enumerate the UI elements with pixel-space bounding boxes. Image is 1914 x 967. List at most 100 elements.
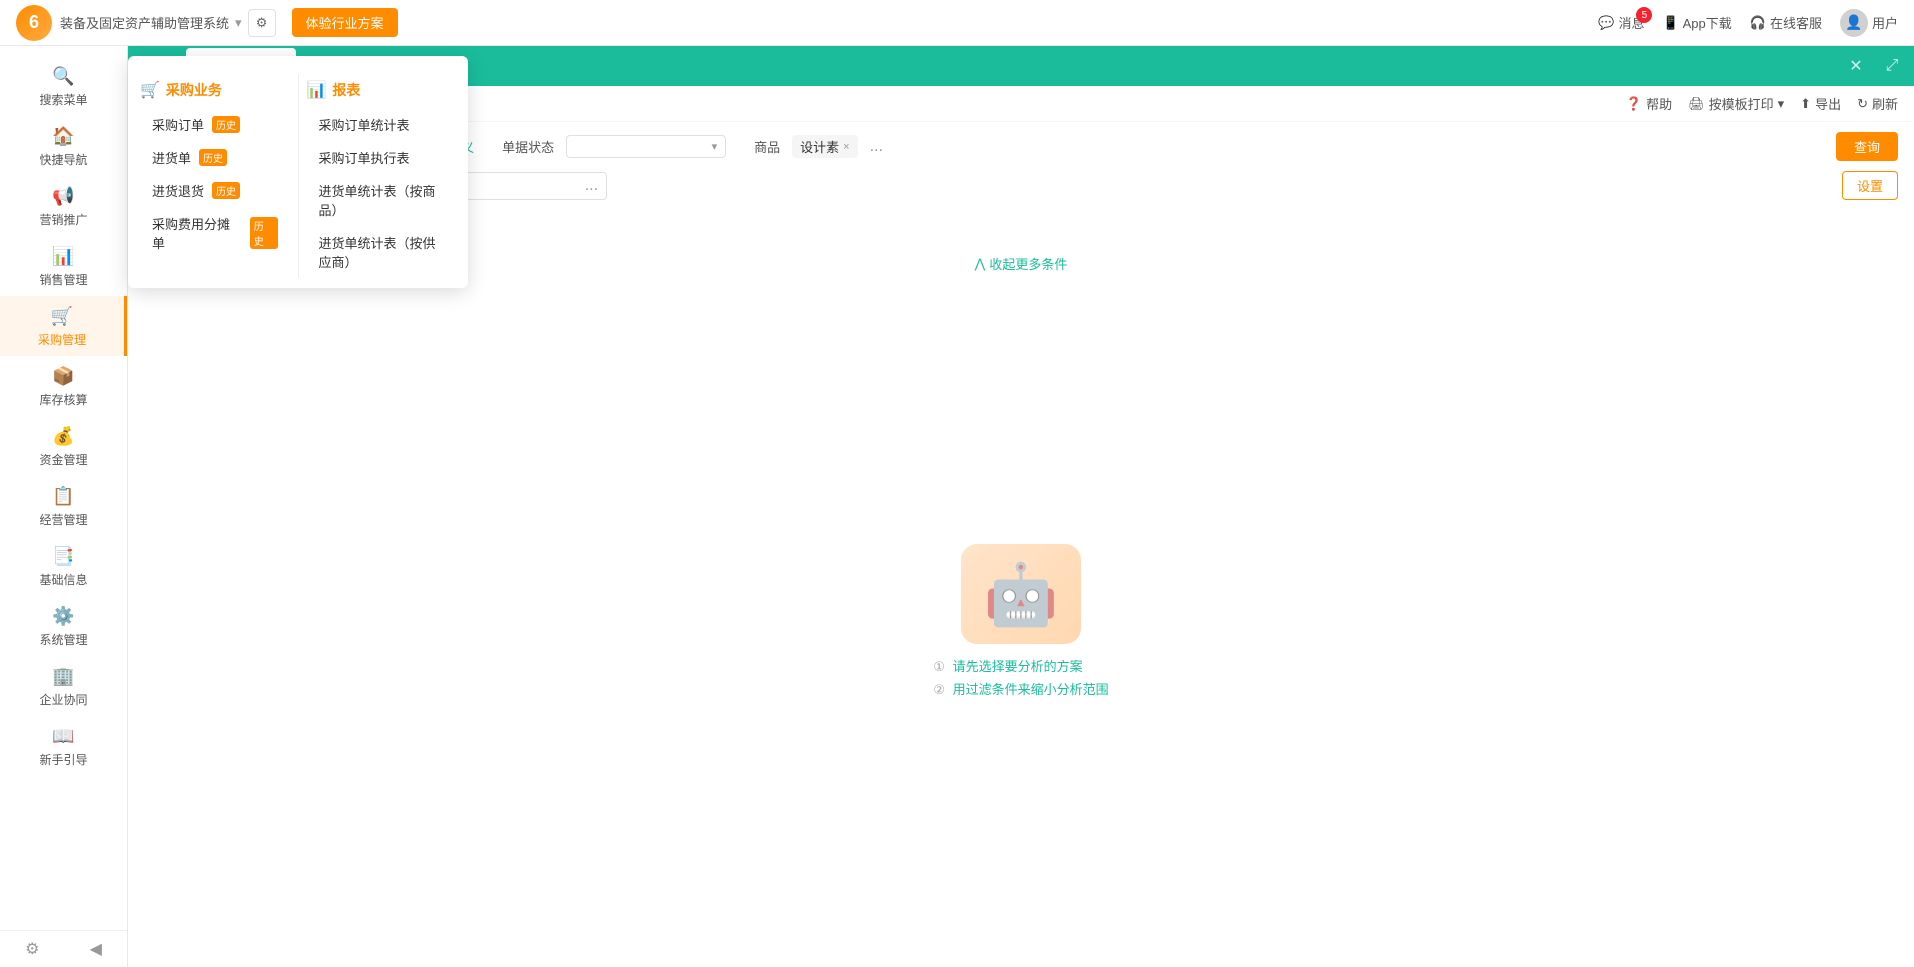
tab-close-all-btn[interactable]: ✕ [1842, 52, 1870, 80]
sales-icon: 📊 [52, 246, 74, 267]
purchase-order-history: 历史 [212, 116, 240, 133]
sidebar-label-search: 搜索菜单 [39, 91, 87, 108]
goods-dots[interactable]: ... [870, 138, 883, 156]
refresh-icon: ↻ [1857, 96, 1868, 112]
sidebar-item-enterprise[interactable]: 🏢 企业协同 [0, 656, 127, 716]
sidebar-item-base-info[interactable]: 📑 基础信息 [0, 536, 127, 596]
empty-tip2: ② 用过滤条件来缩小分析范围 [933, 679, 1108, 698]
system-gear-btn[interactable]: ⚙ [248, 9, 276, 37]
purchase-order-exec-item[interactable]: 采购订单执行表 [307, 141, 457, 174]
salesperson-dots[interactable]: ... [585, 177, 598, 195]
sidebar-item-operations[interactable]: 📋 经营管理 [0, 476, 127, 536]
sidebar-item-marketing[interactable]: 📢 营销推广 [0, 176, 127, 236]
purchase-order-item[interactable]: 采购订单 历史 [140, 108, 290, 141]
goods-tag: 设计素 × [792, 135, 857, 158]
return-goods-item[interactable]: 进货退货 历史 [140, 174, 290, 207]
operations-icon: 📋 [52, 486, 74, 507]
base-info-icon: 📑 [52, 546, 74, 567]
search-icon: 🔍 [52, 66, 74, 87]
sidebar-collapse-btn[interactable]: ◀ [90, 939, 102, 959]
print-dropdown-arrow: ▾ [1778, 96, 1785, 112]
system-dropdown-arrow[interactable]: ▾ [235, 15, 242, 31]
return-goods-label: 进货退货 [152, 181, 204, 200]
template-print-label: 按模板打印 [1709, 94, 1774, 113]
expense-alloc-label: 采购费用分摊单 [152, 214, 242, 252]
export-btn[interactable]: ⬆ 导出 [1800, 94, 1841, 113]
receipt-stats-goods-item[interactable]: 进货单统计表（按商品） [307, 174, 457, 226]
purchase-col-icon: 🛒 [140, 80, 160, 100]
refresh-label: 刷新 [1872, 94, 1898, 113]
purchase-col-title: 🛒 采购业务 [140, 74, 290, 108]
sidebar-label-sales: 销售管理 [39, 271, 87, 288]
sidebar-label-quick-nav: 快捷导航 [39, 151, 87, 168]
collapse-label: 收起更多条件 [989, 254, 1067, 273]
doc-status-arrow: ▾ [712, 140, 718, 153]
settings-btn[interactable]: 设置 [1842, 171, 1898, 200]
message-icon: 💬 [1598, 15, 1614, 31]
goods-tag-text: 设计素 [800, 137, 839, 156]
purchase-order-exec-label: 采购订单执行表 [319, 148, 410, 167]
online-service-btn[interactable]: 🎧 在线客服 [1750, 13, 1822, 32]
receipt-stats-supplier-item[interactable]: 进货单统计表（按供应商） [307, 226, 457, 278]
sidebar-item-finance[interactable]: 💰 资金管理 [0, 416, 127, 476]
empty-state: 🤖 ① 请先选择要分析的方案 ② 用过滤条件来缩小分析范围 [128, 279, 1914, 967]
marketing-icon: 📢 [52, 186, 74, 207]
enterprise-icon: 🏢 [52, 666, 74, 687]
template-print-btn[interactable]: 🖨 按模板打印 ▾ [1688, 94, 1784, 113]
salesperson-select[interactable]: ... [447, 172, 607, 200]
sidebar-item-inventory[interactable]: 📦 库存核算 [0, 356, 127, 416]
sidebar-item-search[interactable]: 🔍 搜索菜单 [0, 56, 127, 116]
receipt-item[interactable]: 进货单 历史 [140, 141, 290, 174]
sidebar-label-guide: 新手引导 [39, 751, 87, 768]
help-btn[interactable]: ❓ 帮助 [1626, 94, 1672, 113]
empty-tips: ① 请先选择要分析的方案 ② 用过滤条件来缩小分析范围 [933, 656, 1108, 702]
purchase-dropdown-menu: 🛒 采购业务 采购订单 历史 进货单 历史 进货退货 历史 采购费用分摊单 [128, 56, 468, 288]
online-service-label: 在线客服 [1770, 13, 1822, 32]
sidebar-bottom: ⚙ ◀ [0, 930, 127, 967]
purchase-order-stats-item[interactable]: 采购订单统计表 [307, 108, 457, 141]
user-avatar: 👤 [1840, 9, 1868, 37]
filter-word: 过滤 [966, 682, 992, 697]
receipt-label: 进货单 [152, 148, 191, 167]
sidebar-label-enterprise: 企业协同 [39, 691, 87, 708]
user-label: 用户 [1872, 13, 1898, 32]
messages-badge: 5 [1636, 7, 1652, 23]
report-col-title-text: 报表 [332, 80, 360, 100]
collapse-icon: ⋀ [975, 256, 986, 272]
user-btn[interactable]: 👤 用户 [1840, 9, 1898, 37]
expense-alloc-item[interactable]: 采购费用分摊单 历史 [140, 207, 290, 259]
receipt-stats-goods-label: 进货单统计表（按商品） [319, 181, 445, 219]
receipt-stats-supplier-label: 进货单统计表（按供应商） [319, 233, 445, 271]
sidebar-settings-btn[interactable]: ⚙ [25, 939, 39, 959]
app-download-label: App下载 [1683, 13, 1732, 32]
purchase-order-stats-label: 采购订单统计表 [319, 115, 410, 134]
industry-btn[interactable]: 体验行业方案 [292, 8, 398, 37]
purchase-col-title-text: 采购业务 [166, 80, 222, 100]
sidebar-item-quick-nav[interactable]: 🏠 快捷导航 [0, 116, 127, 176]
sidebar-label-purchase: 采购管理 [38, 331, 86, 348]
sidebar-label-base-info: 基础信息 [39, 571, 87, 588]
export-label: 导出 [1815, 94, 1841, 113]
sidebar-item-purchase[interactable]: 🛒 采购管理 [0, 296, 127, 356]
receipt-history: 历史 [199, 149, 227, 166]
query-btn[interactable]: 查询 [1836, 132, 1898, 161]
help-label: 帮助 [1646, 94, 1672, 113]
guide-icon: 📖 [52, 726, 74, 747]
top-bar-right: 💬 消息 5 📱 App下载 🎧 在线客服 👤 用户 [1598, 9, 1898, 37]
tab-maximize-btn[interactable]: ⤢ [1878, 52, 1906, 80]
goods-tag-close[interactable]: × [843, 141, 849, 153]
tab-bar-actions: ✕ ⤢ [1842, 52, 1914, 80]
app-logo: 6 [16, 5, 52, 41]
messages-btn[interactable]: 💬 消息 5 [1598, 13, 1644, 32]
empty-illustration: 🤖 [961, 544, 1081, 644]
tip2-bullet: ② [933, 682, 945, 697]
purchase-order-label: 采购订单 [152, 115, 204, 134]
sidebar: 🔍 搜索菜单 🏠 快捷导航 📢 营销推广 📊 销售管理 🛒 采购管理 📦 [0, 46, 128, 967]
purchase-icon: 🛒 [51, 306, 73, 327]
refresh-btn[interactable]: ↻ 刷新 [1857, 94, 1898, 113]
sidebar-item-guide[interactable]: 📖 新手引导 [0, 716, 127, 776]
sidebar-item-sales[interactable]: 📊 销售管理 [0, 236, 127, 296]
app-download-btn[interactable]: 📱 App下载 [1662, 13, 1731, 32]
doc-status-select[interactable]: ▾ [566, 135, 726, 158]
sidebar-item-system[interactable]: ⚙️ 系统管理 [0, 596, 127, 656]
